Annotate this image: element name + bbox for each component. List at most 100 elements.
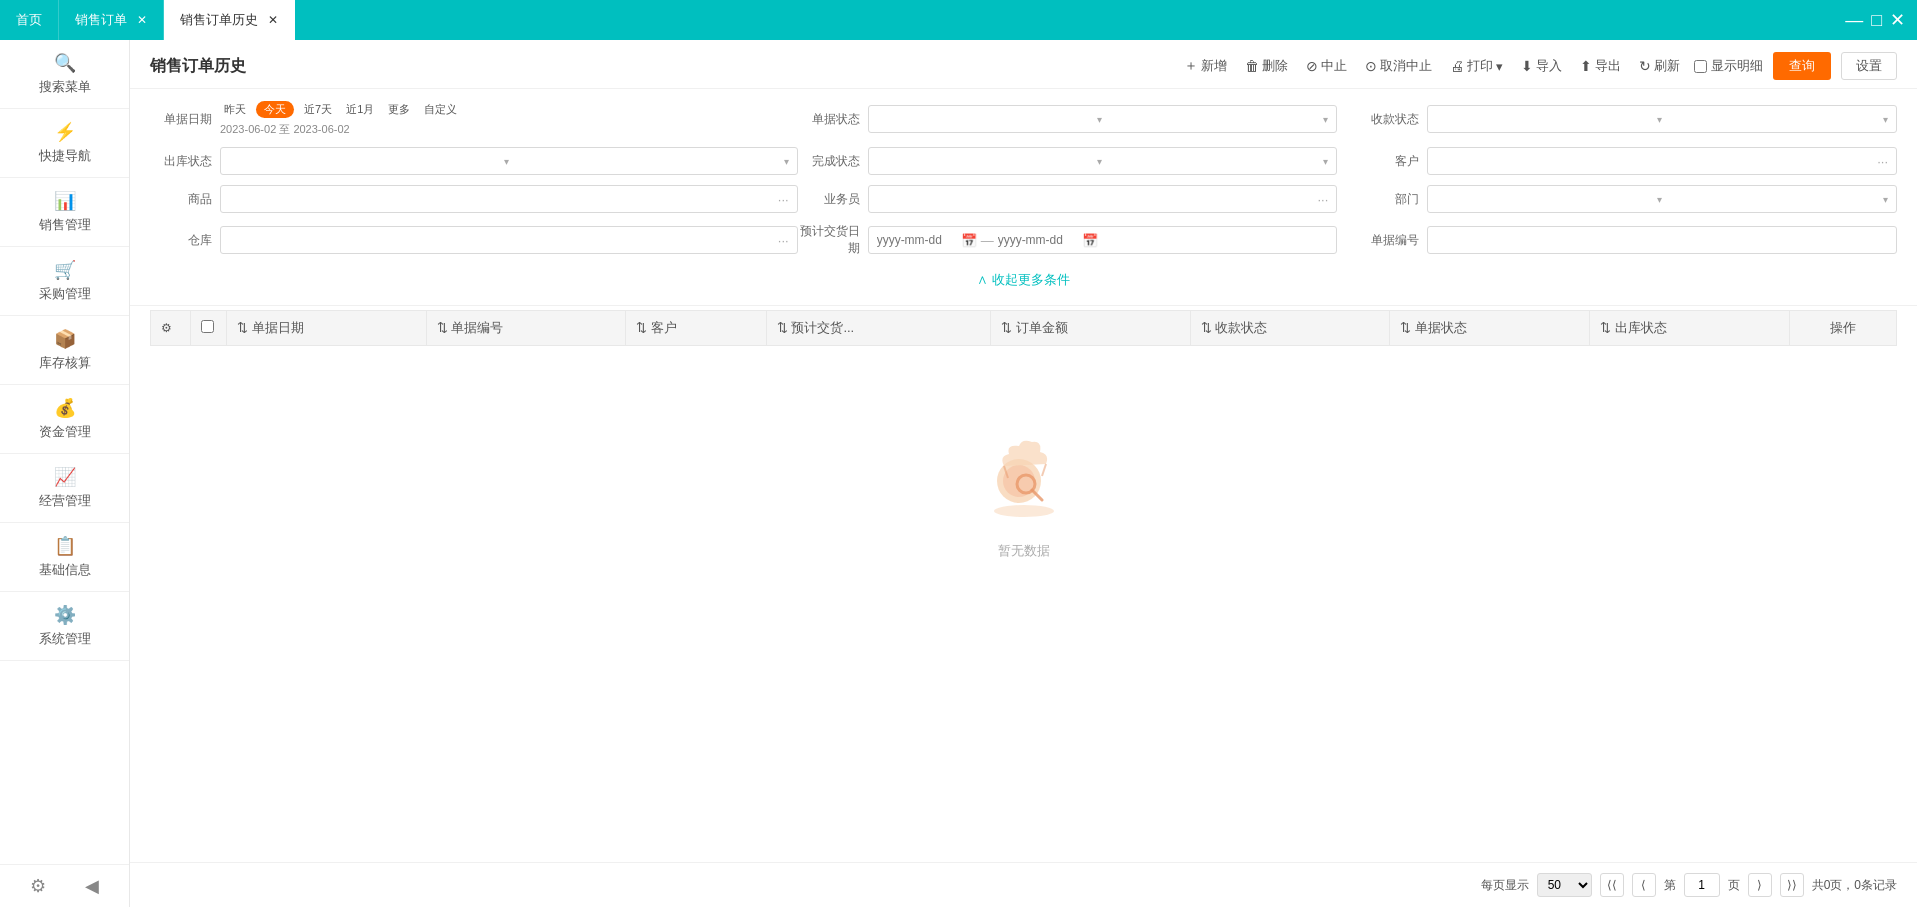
- last-page-button[interactable]: ⟩⟩: [1780, 873, 1804, 897]
- sidebar-item-purchase-mgmt[interactable]: 🛒 采购管理: [0, 247, 129, 316]
- data-table: ⚙ ⇅ 单据日期 ⇅ 单据编号 ⇅ 客户: [150, 310, 1897, 640]
- sidebar-item-basic-info-label: 基础信息: [39, 561, 91, 579]
- col-out-status: ⇅ 出库状态: [1590, 311, 1790, 346]
- delete-button[interactable]: 🗑 删除: [1241, 55, 1292, 77]
- page-number-input[interactable]: [1684, 873, 1720, 897]
- empty-cell: 暂无数据: [151, 346, 1897, 641]
- department-arrow-icon: ▾: [1657, 194, 1662, 205]
- sidebar-item-search-menu[interactable]: 🔍 搜索菜单: [0, 40, 129, 109]
- refresh-button[interactable]: ↻ 刷新: [1635, 55, 1684, 77]
- page-size-label: 每页显示: [1481, 877, 1529, 894]
- content-area: 销售订单历史 ＋ 新增 🗑 删除 ⊘ 中止 ⊙ 取消中止: [130, 40, 1917, 907]
- import-label: 导入: [1536, 57, 1562, 75]
- date-btn-1month[interactable]: 近1月: [342, 101, 378, 118]
- maximize-icon[interactable]: □: [1871, 10, 1882, 31]
- complete-status-select[interactable]: ▾: [868, 147, 1338, 175]
- collapse-label: ∧ 收起更多条件: [977, 272, 1070, 287]
- col-checkbox[interactable]: [191, 311, 227, 346]
- delivery-date-label: 预计交货日期: [798, 223, 868, 257]
- salesperson-input[interactable]: ···: [868, 185, 1338, 213]
- bill-status-select[interactable]: ▾: [868, 105, 1338, 133]
- sidebar-collapse-icon[interactable]: ◀: [85, 875, 99, 897]
- cancel-stop-button[interactable]: ⊙ 取消中止: [1361, 55, 1436, 77]
- export-button[interactable]: ⬆ 导出: [1576, 55, 1625, 77]
- display-detail-input[interactable]: [1694, 60, 1707, 73]
- tab-home-label: 首页: [16, 11, 42, 29]
- sidebar-item-finance[interactable]: 💰 资金管理: [0, 385, 129, 454]
- close-window-icon[interactable]: ✕: [1890, 9, 1905, 31]
- display-detail-label: 显示明细: [1711, 57, 1763, 75]
- sidebar-item-basic-info[interactable]: 📋 基础信息: [0, 523, 129, 592]
- sidebar-item-purchase-mgmt-label: 采购管理: [39, 285, 91, 303]
- add-label: 新增: [1201, 57, 1227, 75]
- tab-sales-history[interactable]: 销售订单历史 ✕: [164, 0, 295, 40]
- delivery-date-range[interactable]: 📅 — 📅: [868, 226, 1338, 254]
- print-button[interactable]: 🖨 打印 ▾: [1446, 55, 1507, 77]
- header-row: ⚙ ⇅ 单据日期 ⇅ 单据编号 ⇅ 客户: [151, 311, 1897, 346]
- select-all-checkbox[interactable]: [201, 320, 214, 333]
- tab-sales-order-close[interactable]: ✕: [137, 13, 147, 27]
- sidebar-item-system-mgmt[interactable]: ⚙️ 系统管理: [0, 592, 129, 661]
- svg-point-0: [994, 505, 1054, 517]
- page-title: 销售订单历史: [150, 56, 246, 77]
- filter-receipt-status: 收款状态 ▾: [1357, 105, 1897, 133]
- col-billno-sort: ⇅: [437, 320, 452, 335]
- refresh-icon: ↻: [1639, 58, 1651, 74]
- sidebar-item-quick-nav[interactable]: ⚡ 快捷导航: [0, 109, 129, 178]
- delivery-date-end[interactable]: [998, 233, 1078, 247]
- date-btn-yesterday[interactable]: 昨天: [220, 101, 250, 118]
- bill-no-input[interactable]: [1427, 226, 1897, 254]
- salesperson-dots-icon: ···: [1317, 192, 1328, 207]
- date-btn-more[interactable]: 更多: [384, 101, 414, 118]
- goods-input[interactable]: ···: [220, 185, 798, 213]
- col-settings[interactable]: ⚙: [151, 311, 191, 346]
- calendar-start-icon: 📅: [961, 233, 977, 248]
- tab-home[interactable]: 首页: [0, 0, 59, 40]
- department-select[interactable]: ▾: [1427, 185, 1897, 213]
- bill-status-label: 单据状态: [798, 111, 868, 128]
- tab-sales-history-close[interactable]: ✕: [268, 13, 278, 27]
- sidebar-item-inventory[interactable]: 📦 库存核算: [0, 316, 129, 385]
- refresh-label: 刷新: [1654, 57, 1680, 75]
- col-receipt-status: ⇅ 收款状态: [1190, 311, 1390, 346]
- goods-dots-icon: ···: [778, 192, 789, 207]
- export-icon: ⬆: [1580, 58, 1592, 74]
- minimize-icon[interactable]: —: [1845, 10, 1863, 31]
- prev-page-button[interactable]: ⟨: [1632, 873, 1656, 897]
- add-button[interactable]: ＋ 新增: [1180, 55, 1231, 77]
- cancel-stop-icon: ⊙: [1365, 58, 1377, 74]
- out-status-select[interactable]: ▾: [220, 147, 798, 175]
- add-icon: ＋: [1184, 57, 1198, 75]
- import-button[interactable]: ⬇ 导入: [1517, 55, 1566, 77]
- col-amount-sort: ⇅: [1001, 320, 1016, 335]
- date-btn-today[interactable]: 今天: [256, 101, 294, 118]
- search-menu-icon: 🔍: [54, 52, 76, 74]
- page-size-select[interactable]: 50 10 20 100: [1537, 873, 1592, 897]
- customer-input[interactable]: ···: [1427, 147, 1897, 175]
- warehouse-input[interactable]: ···: [220, 226, 798, 254]
- setting-button[interactable]: 设置: [1841, 52, 1897, 80]
- date-btn-7days[interactable]: 近7天: [300, 101, 336, 118]
- filter-out-status: 出库状态 ▾: [150, 147, 798, 175]
- date-btn-custom[interactable]: 自定义: [420, 101, 461, 118]
- receipt-status-select[interactable]: ▾: [1427, 105, 1897, 133]
- collapse-conditions[interactable]: ∧ 收起更多条件: [150, 267, 1897, 293]
- empty-state-illustration: [974, 426, 1074, 526]
- sidebar-item-operation[interactable]: 📈 经营管理: [0, 454, 129, 523]
- query-button[interactable]: 查询: [1773, 52, 1831, 80]
- filter-area: 单据日期 昨天 今天 近7天 近1月 更多 自定义 2023-06-02 至 2…: [130, 89, 1917, 306]
- next-page-button[interactable]: ⟩: [1748, 873, 1772, 897]
- stop-button[interactable]: ⊘ 中止: [1302, 55, 1351, 77]
- col-bill-sort: ⇅: [1400, 320, 1415, 335]
- sidebar-item-sales-mgmt[interactable]: 📊 销售管理: [0, 178, 129, 247]
- filter-salesperson: 业务员 ···: [798, 185, 1338, 213]
- customer-dots-icon: ···: [1877, 154, 1888, 169]
- page-header: 销售订单历史 ＋ 新增 🗑 删除 ⊘ 中止 ⊙ 取消中止: [130, 40, 1917, 89]
- tab-sales-order[interactable]: 销售订单 ✕: [59, 0, 164, 40]
- first-page-button[interactable]: ⟨⟨: [1600, 873, 1624, 897]
- delivery-date-start[interactable]: [877, 233, 957, 247]
- tab-sales-history-label: 销售订单历史: [180, 11, 258, 29]
- filter-date: 单据日期 昨天 今天 近7天 近1月 更多 自定义 2023-06-02 至 2…: [150, 101, 798, 137]
- display-detail-checkbox[interactable]: 显示明细: [1694, 57, 1763, 75]
- sidebar-settings-icon[interactable]: ⚙: [30, 875, 46, 897]
